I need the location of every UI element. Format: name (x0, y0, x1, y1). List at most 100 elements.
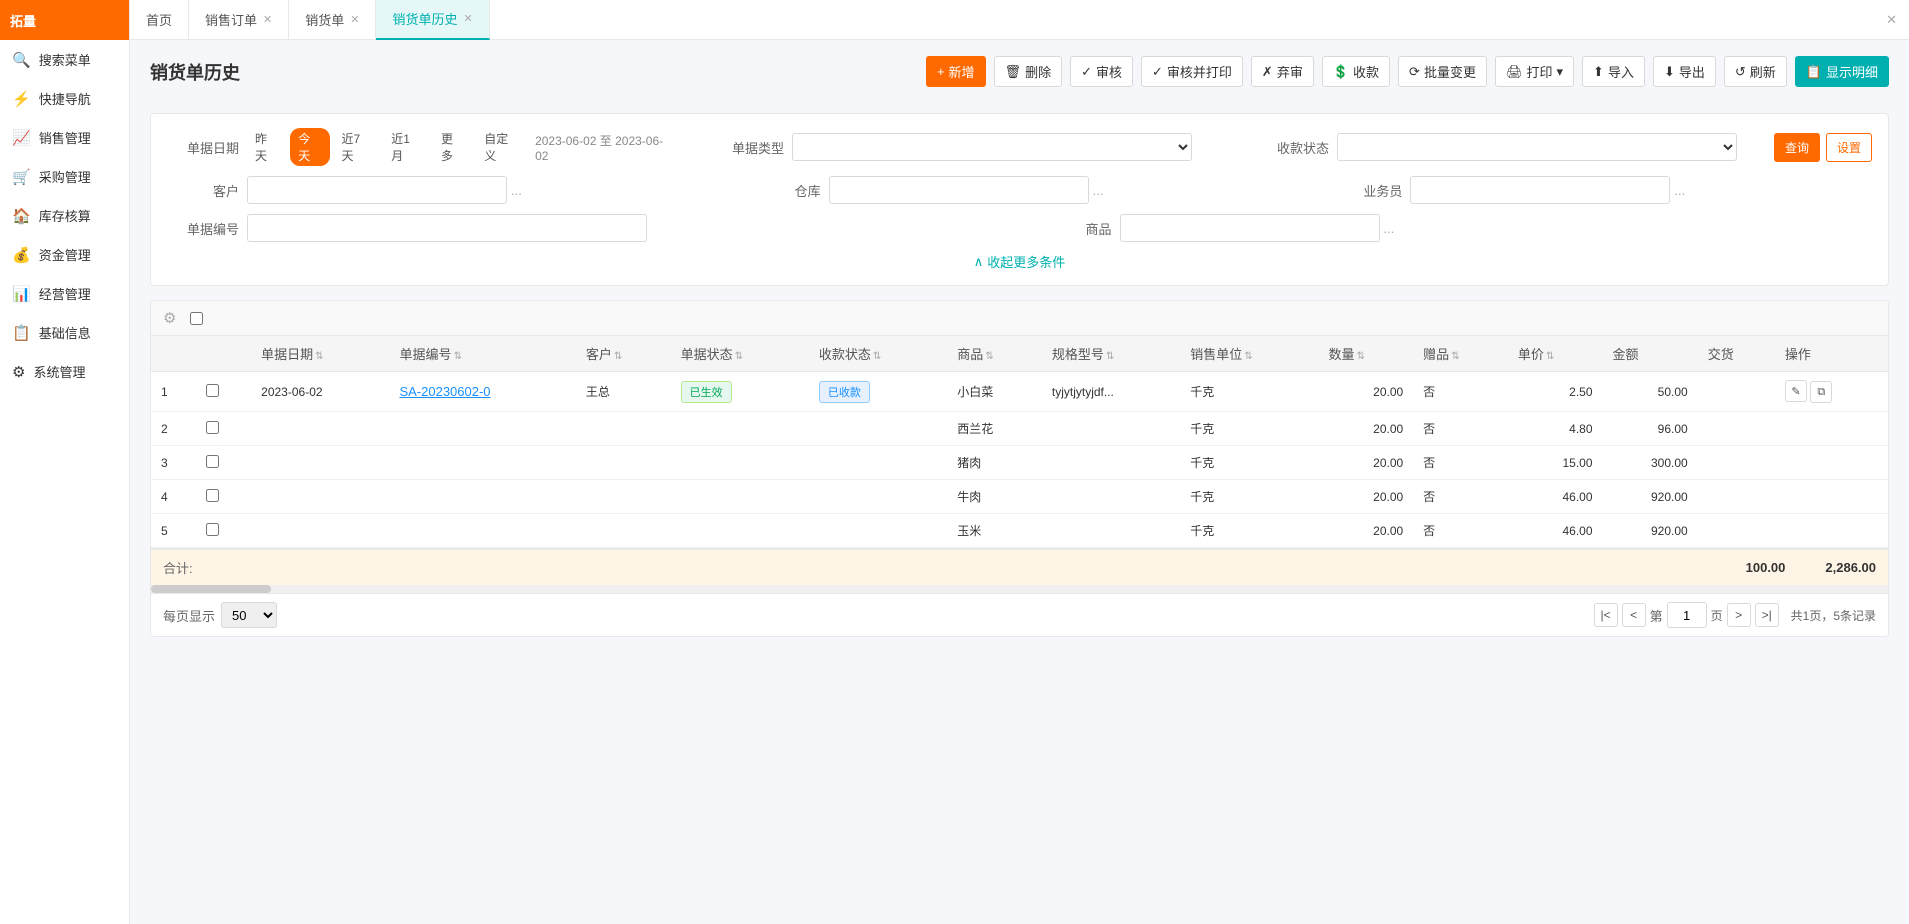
sidebar-item-inventory[interactable]: 🏠 库存核算 (0, 196, 129, 235)
table-settings-icon[interactable]: ⚙ (163, 309, 176, 327)
col-header-unit-price[interactable]: 单价⇅ (1508, 336, 1603, 372)
col-header-customer[interactable]: 客户⇅ (576, 336, 671, 372)
audit-button[interactable]: ✓ 审核 (1070, 56, 1133, 87)
select-all-checkbox[interactable] (190, 312, 203, 325)
doc-type-select[interactable] (792, 133, 1192, 161)
tab-home[interactable]: 首页 (130, 0, 189, 40)
col-header-payment-status[interactable]: 收款状态⇅ (809, 336, 947, 372)
delete-button[interactable]: 🗑 删除 (994, 56, 1063, 87)
collect-button[interactable]: 💲 收款 (1322, 56, 1390, 87)
refresh-button[interactable]: ↺ 刷新 (1724, 56, 1787, 87)
col-header-transaction: 交货 (1698, 336, 1775, 372)
doc-no-link[interactable]: SA-20230602-0 (399, 384, 490, 399)
copy-btn[interactable]: ⧉ (1810, 381, 1832, 403)
col-header-gift[interactable]: 赠品⇅ (1413, 336, 1508, 372)
col-header-spec[interactable]: 规格型号⇅ (1042, 336, 1180, 372)
scrollbar-thumb[interactable] (151, 585, 271, 593)
sidebar-item-operations[interactable]: 📊 经营管理 (0, 274, 129, 313)
page-number-input[interactable] (1667, 602, 1707, 628)
row-checkbox[interactable] (206, 455, 219, 468)
date-tag-yesterday[interactable]: 昨天 (247, 128, 286, 166)
last-page-btn[interactable]: >| (1755, 603, 1779, 627)
batch-change-button[interactable]: ⟳ 批量变更 (1398, 56, 1487, 87)
sidebar-item-purchase[interactable]: 🛒 采购管理 (0, 157, 129, 196)
date-filter-group: 单据日期 昨天 今天 近7天 近1月 更多 自定义 2023-06-02 至 2… (167, 128, 672, 166)
salesperson-input[interactable] (1410, 176, 1670, 204)
salesperson-filter-group: 业务员 ... (1330, 176, 1872, 204)
page-size-select[interactable]: 50 100 200 (221, 602, 277, 628)
col-header-unit[interactable]: 销售单位⇅ (1180, 336, 1318, 372)
total-info: 共1页，5条记录 (1791, 607, 1876, 624)
sort-qty-icon: ⇅ (1357, 351, 1365, 362)
col-header-doc-no[interactable]: 单据编号⇅ (389, 336, 575, 372)
collapse-btn[interactable]: ∧ 收起更多条件 (167, 252, 1872, 271)
sidebar-item-basic-info[interactable]: 📋 基础信息 (0, 313, 129, 352)
plus-icon: + (937, 64, 945, 79)
add-button[interactable]: + 新增 (926, 56, 986, 87)
date-tag-1month[interactable]: 近1月 (383, 128, 429, 166)
cell-checkbox (196, 514, 251, 548)
sidebar-item-sales[interactable]: 📈 销售管理 (0, 118, 129, 157)
row-checkbox[interactable] (206, 489, 219, 502)
row-checkbox[interactable] (206, 523, 219, 536)
horizontal-scrollbar[interactable] (151, 585, 1888, 593)
cell-payment-status: 已收款 (809, 372, 947, 412)
next-page-btn[interactable]: > (1727, 603, 1751, 627)
col-header-doc-date[interactable]: 单据日期⇅ (251, 336, 389, 372)
col-header-doc-status[interactable]: 单据状态⇅ (671, 336, 809, 372)
sidebar-item-search-menu[interactable]: 🔍 搜索菜单 (0, 40, 129, 79)
import-icon: ⬆ (1593, 64, 1604, 80)
first-page-btn[interactable]: |< (1594, 603, 1618, 627)
sidebar-item-quick-nav[interactable]: ⚡ 快捷导航 (0, 79, 129, 118)
page-content: 销货单历史 + 新增 🗑 删除 ✓ 审核 ✓ 审核并打印 (130, 40, 1909, 924)
warehouse-input[interactable] (829, 176, 1089, 204)
customer-input[interactable] (247, 176, 507, 204)
print-button[interactable]: 🖨 打印 ▾ (1495, 56, 1574, 87)
total-amount: 2,286.00 (1825, 560, 1876, 575)
tab-sales-history[interactable]: 销货单历史 ✕ (376, 0, 489, 40)
date-tag-custom[interactable]: 自定义 (476, 128, 527, 166)
close-all-tabs[interactable]: ✕ (1874, 12, 1909, 28)
cell-amount: 920.00 (1603, 514, 1698, 548)
doc-no-input[interactable] (247, 214, 647, 242)
prev-page-btn[interactable]: < (1622, 603, 1646, 627)
page-title: 销货单历史 (150, 59, 240, 85)
show-detail-button[interactable]: 📋 显示明细 (1795, 56, 1889, 87)
date-tag-today[interactable]: 今天 (290, 128, 329, 166)
sidebar: 拓量 🔍 搜索菜单 ⚡ 快捷导航 📈 销售管理 🛒 采购管理 🏠 库存核算 💰 … (0, 0, 130, 924)
tab-sales-order[interactable]: 销售订单 ✕ (189, 0, 289, 40)
cell-doc-date (251, 514, 389, 548)
page-nav: |< < 第 页 > >| 共1页，5条记录 (1594, 602, 1876, 628)
date-tag-7days[interactable]: 近7天 (334, 128, 380, 166)
warehouse-dots[interactable]: ... (1093, 183, 1104, 198)
row-checkbox[interactable] (206, 384, 219, 397)
goods-dots[interactable]: ... (1384, 221, 1395, 236)
import-button[interactable]: ⬆ 导入 (1582, 56, 1645, 87)
export-button[interactable]: ⬇ 导出 (1653, 56, 1716, 87)
discard-button[interactable]: ✗ 弃审 (1251, 56, 1314, 87)
audit-print-button[interactable]: ✓ 审核并打印 (1141, 56, 1243, 87)
cell-checkbox (196, 446, 251, 480)
date-tag-more[interactable]: 更多 (433, 128, 472, 166)
cell-gift: 否 (1413, 372, 1508, 412)
sidebar-item-finance[interactable]: 💰 资金管理 (0, 235, 129, 274)
cell-payment-status (809, 412, 947, 446)
sidebar-item-system[interactable]: ⚙ 系统管理 (0, 352, 129, 391)
cell-amount: 50.00 (1603, 372, 1698, 412)
goods-input[interactable] (1120, 214, 1380, 242)
close-tab-sales-history[interactable]: ✕ (464, 12, 473, 25)
query-button[interactable]: 查询 (1774, 133, 1820, 162)
close-tab-sales-delivery[interactable]: ✕ (350, 13, 359, 26)
row-checkbox[interactable] (206, 421, 219, 434)
payment-status-select[interactable] (1337, 133, 1737, 161)
settings-button[interactable]: 设置 (1826, 133, 1872, 162)
edit-btn[interactable]: ✎ (1785, 380, 1807, 402)
col-header-goods[interactable]: 商品⇅ (947, 336, 1042, 372)
cell-doc-no (389, 480, 575, 514)
search-icon: 🔍 (12, 51, 31, 69)
salesperson-dots[interactable]: ... (1674, 183, 1685, 198)
close-tab-sales-order[interactable]: ✕ (263, 13, 272, 26)
col-header-qty[interactable]: 数量⇅ (1319, 336, 1414, 372)
customer-dots[interactable]: ... (511, 183, 522, 198)
tab-sales-delivery[interactable]: 销货单 ✕ (289, 0, 376, 40)
